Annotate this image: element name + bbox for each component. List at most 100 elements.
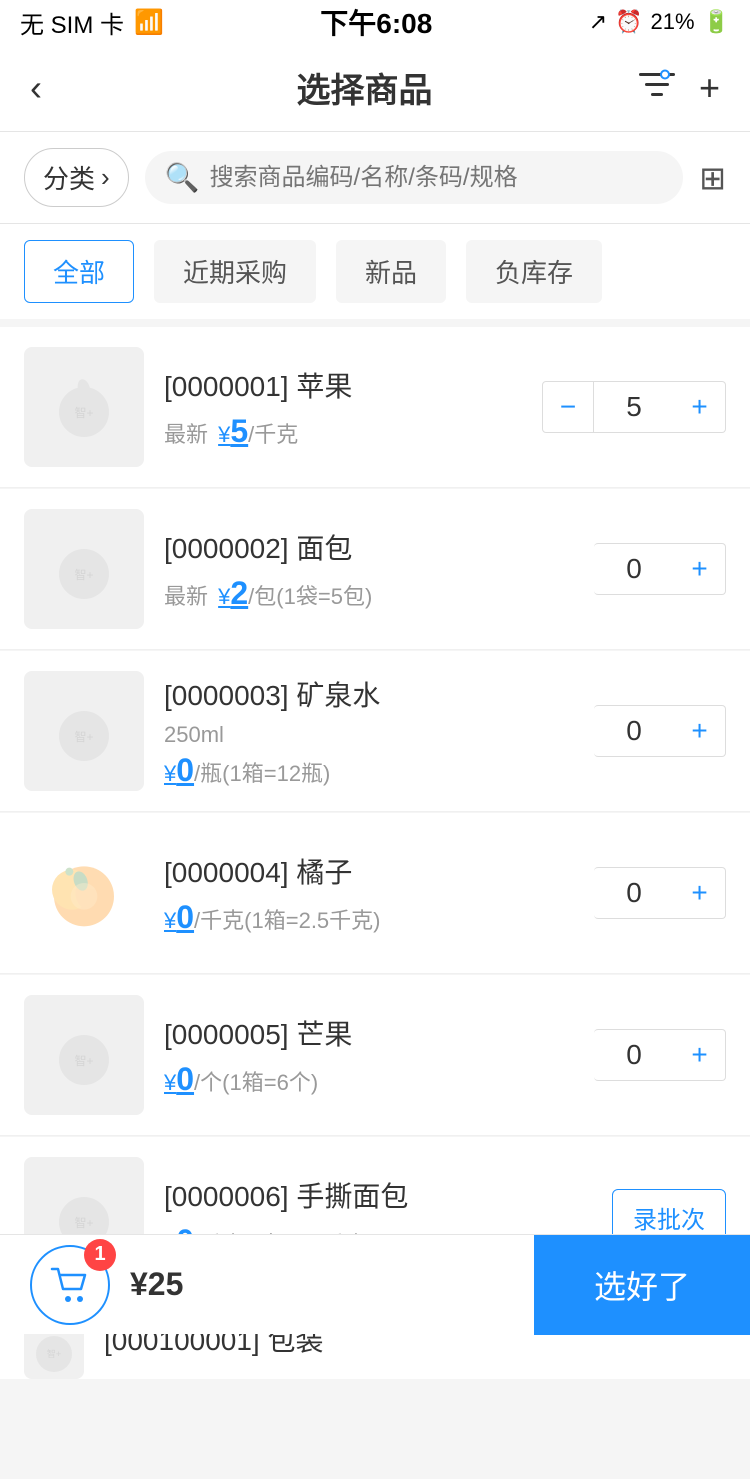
product-name: [0000003] 矿泉水 [164,674,574,714]
price-unit: /千克 [194,908,244,933]
cart-total: ¥25 [130,1266,183,1303]
status-right: ↗ ⏰ 21% 🔋 [589,9,730,35]
svg-text:智+: 智+ [74,1215,93,1230]
price-unit: /个 [194,1070,222,1095]
price-symbol: ¥ [164,1070,176,1095]
product-image: 智+ [24,671,144,791]
category-button[interactable]: 分类 › [24,148,129,207]
nav-bar: ‹ 选择商品 + [0,44,750,132]
increase-button[interactable]: + [674,1029,726,1081]
price-value: 0 [176,1061,194,1097]
product-info: [0000003] 矿泉水 250ml ¥0/瓶(1箱=12瓶) [164,674,574,789]
quantity-input[interactable] [594,705,674,757]
increase-button[interactable]: + [674,705,726,757]
confirm-button[interactable]: 选好了 [534,1235,750,1335]
page-title: 选择商品 [296,63,432,112]
search-input[interactable] [210,164,664,192]
product-image: 智+ [24,995,144,1115]
price-spec: (1箱=6个) [222,1070,318,1095]
product-info: [0000005] 芒果 ¥0/个(1箱=6个) [164,1013,574,1098]
svg-text:智+: 智+ [47,1348,61,1359]
price-value: 5 [230,413,248,449]
price-value: 0 [176,752,194,788]
carrier-text: 无 SIM 卡 [20,5,124,40]
back-button[interactable]: ‹ [30,67,90,109]
price-symbol: ¥ [218,584,230,609]
list-item: 智+ [0000002] 面包 最新 ¥2/包(1袋=5包) + [0,489,750,650]
product-list: 智+ [0000001] 苹果 最新 ¥5/千克 − + 智+ [0000002… [0,327,750,1379]
quantity-input[interactable] [594,1029,674,1081]
price-spec: (1箱=2.5千克) [244,908,380,933]
price-latest-label: 最新 [164,584,214,609]
search-icon: 🔍 [165,161,200,194]
price-spec: (1箱=12瓶) [222,761,330,786]
category-label: 分类 [43,159,95,196]
price-symbol: ¥ [164,908,176,933]
product-price: ¥0/瓶(1箱=12瓶) [164,752,574,789]
quantity-control: + [594,705,726,757]
list-item: [0000004] 橘子 ¥0/千克(1箱=2.5千克) + [0,813,750,974]
status-left: 无 SIM 卡 📶 [20,5,164,40]
product-info: [0000004] 橘子 ¥0/千克(1箱=2.5千克) [164,851,574,936]
product-spec: 250ml [164,722,574,748]
decrease-button[interactable]: − [542,381,594,433]
quantity-control: + [594,1029,726,1081]
product-info: [0000002] 面包 最新 ¥2/包(1袋=5包) [164,527,574,612]
cart-button[interactable]: 1 [30,1245,110,1325]
svg-text:智+: 智+ [74,405,93,420]
product-price: ¥0/个(1箱=6个) [164,1061,574,1098]
price-unit: /瓶 [194,761,222,786]
list-item: 智+ [0000003] 矿泉水 250ml ¥0/瓶(1箱=12瓶) + [0,651,750,812]
price-value: 0 [176,899,194,935]
product-image: 智+ [24,347,144,467]
product-name: [0000006] 手撕面包 [164,1175,592,1215]
quantity-control: − + [542,381,726,433]
quantity-input[interactable] [594,381,674,433]
quantity-input[interactable] [594,867,674,919]
filter-icon[interactable] [639,69,675,107]
wifi-icon: 📶 [134,8,164,37]
location-icon: ↗ [589,9,607,35]
product-name: [0000002] 面包 [164,527,574,567]
svg-text:智+: 智+ [74,729,93,744]
increase-button[interactable]: + [674,867,726,919]
product-name: [0000004] 橘子 [164,851,574,891]
tab-negative-stock[interactable]: 负库存 [466,240,602,303]
product-image: 智+ [24,509,144,629]
svg-text:智+: 智+ [74,567,93,582]
product-price: ¥0/千克(1箱=2.5千克) [164,899,574,936]
increase-button[interactable]: + [674,543,726,595]
alarm-icon: ⏰ [615,9,642,35]
product-info: [0000001] 苹果 最新 ¥5/千克 [164,365,522,450]
quantity-control: + [594,867,726,919]
tab-new-products[interactable]: 新品 [336,240,446,303]
status-bar: 无 SIM 卡 📶 下午6:08 ↗ ⏰ 21% 🔋 [0,0,750,44]
product-name: [0000001] 苹果 [164,365,522,405]
search-bar: 分类 › 🔍 ⊞ [0,132,750,224]
cart-section: 1 ¥25 [0,1245,534,1325]
price-value: 2 [230,575,248,611]
bottom-bar: 1 ¥25 选好了 [0,1234,750,1334]
price-spec: (1袋=5包) [276,584,372,609]
cart-badge: 1 [84,1239,116,1271]
increase-button[interactable]: + [674,381,726,433]
tab-all[interactable]: 全部 [24,240,134,303]
chevron-right-icon: › [101,162,110,193]
add-button[interactable]: + [699,67,720,109]
status-time: 下午6:08 [320,2,432,42]
list-item: 智+ [0000001] 苹果 最新 ¥5/千克 − + [0,327,750,488]
price-unit: /包 [248,584,276,609]
quantity-input[interactable] [594,543,674,595]
product-price: 最新 ¥2/包(1袋=5包) [164,575,574,612]
battery-icon: 🔋 [703,9,730,35]
price-unit: /千克 [248,422,298,447]
battery-text: 21% [651,9,695,35]
tab-recent-purchase[interactable]: 近期采购 [154,240,316,303]
price-latest-label: 最新 [164,422,214,447]
quantity-control: + [594,543,726,595]
product-price: 最新 ¥5/千克 [164,413,522,450]
list-item: 智+ [0000005] 芒果 ¥0/个(1箱=6个) + [0,975,750,1136]
price-symbol: ¥ [164,761,176,786]
scan-icon[interactable]: ⊞ [699,159,726,197]
svg-text:智+: 智+ [74,1053,93,1068]
